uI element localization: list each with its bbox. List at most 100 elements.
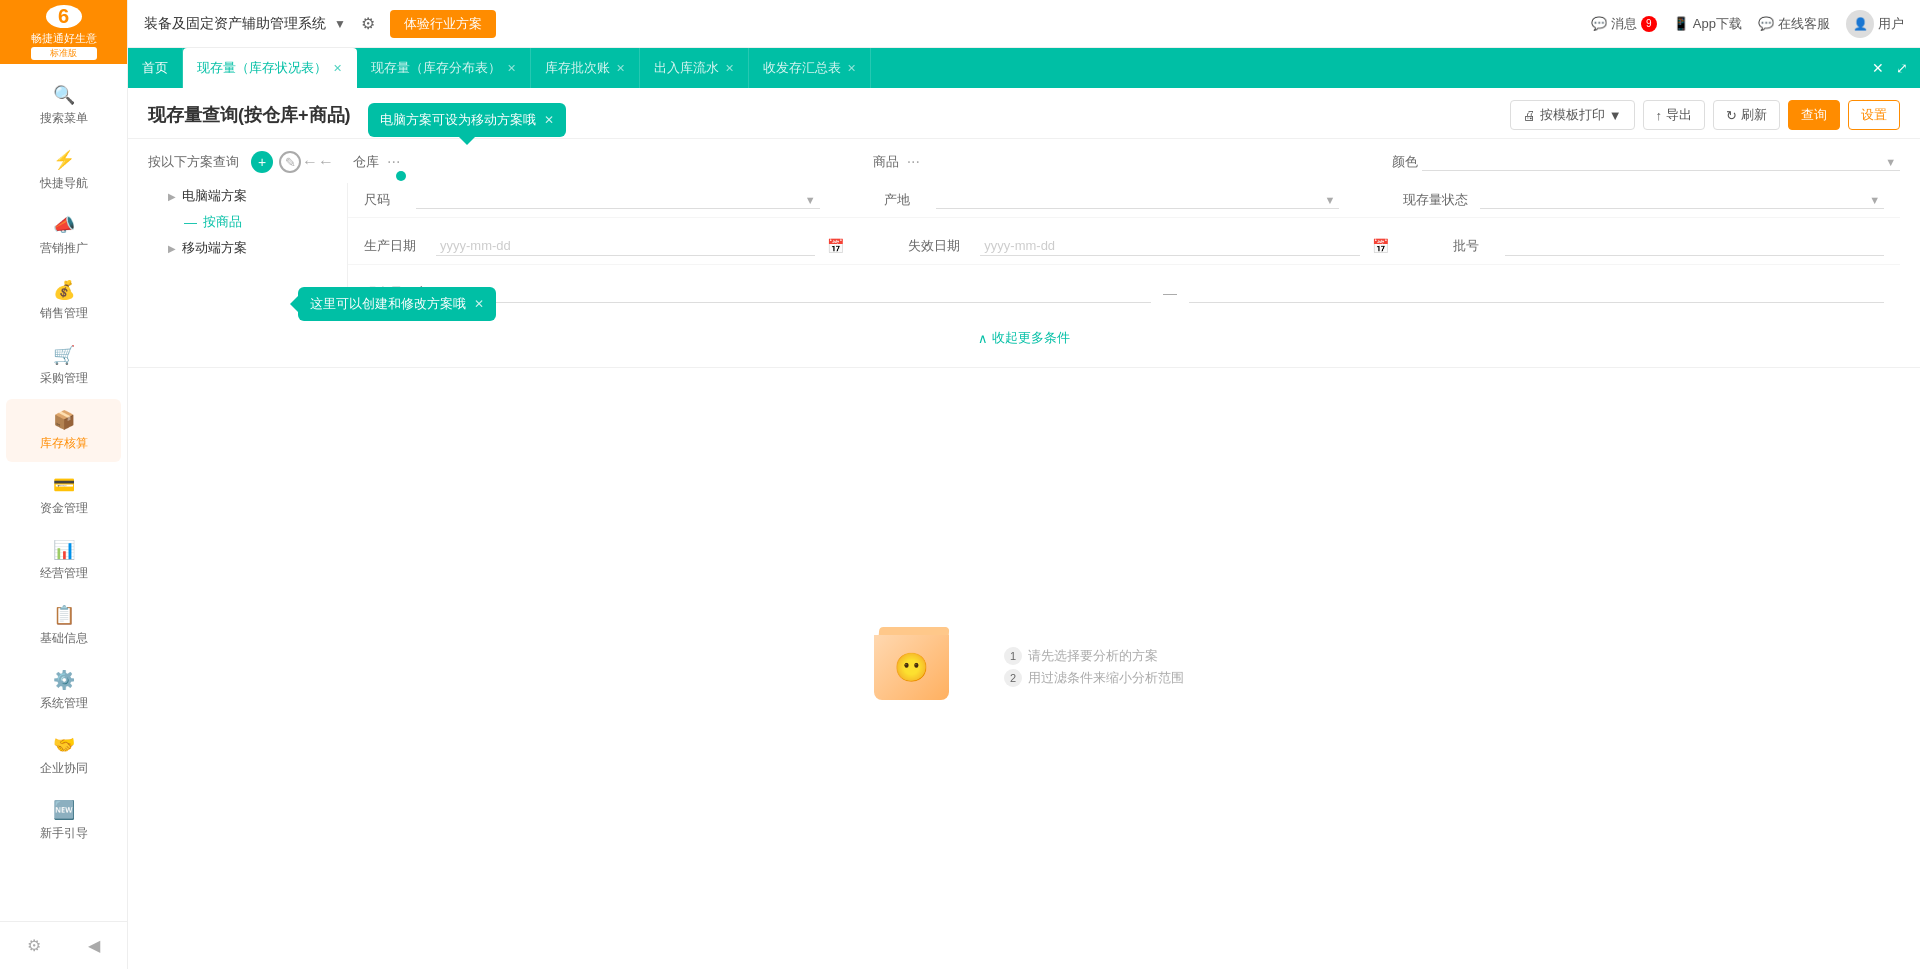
settings-gear-btn[interactable]: ⚙ — [354, 10, 382, 38]
sidebar-item-sales[interactable]: 💰 销售管理 — [6, 269, 121, 332]
tab-close-collect[interactable]: ✕ — [847, 62, 856, 75]
quick-icon: ⚡ — [53, 149, 75, 171]
size-dropdown-arrow: ▼ — [805, 194, 816, 206]
goods-label: 商品 — [873, 153, 899, 171]
sidebar-item-quick[interactable]: ⚡ 快捷导航 — [6, 139, 121, 202]
settings-btn[interactable]: 设置 — [1848, 100, 1900, 130]
mobile-scheme-node[interactable]: ▶ 移动端方案 — [168, 235, 347, 261]
print-template-btn[interactable]: 🖨 按模板打印 ▼ — [1510, 100, 1635, 130]
expand-tabs-btn[interactable]: ⤢ — [1892, 58, 1912, 78]
tab-inventory-dist[interactable]: 现存量（库存分布表） ✕ — [357, 48, 531, 88]
stock-status-label: 现存量状态 — [1403, 191, 1468, 209]
sidebar-item-finance[interactable]: 💳 资金管理 — [6, 464, 121, 527]
sidebar-item-search[interactable]: 🔍 搜索菜单 — [6, 74, 121, 137]
system-icon: ⚙️ — [53, 669, 75, 691]
dot-indicator — [396, 171, 406, 181]
sidebar-item-purchase[interactable]: 🛒 采购管理 — [6, 334, 121, 397]
close-all-tabs-btn[interactable]: ✕ — [1868, 58, 1888, 78]
tab-batch-account[interactable]: 库存批次账 ✕ — [531, 48, 640, 88]
stock-main-input2[interactable] — [1189, 283, 1884, 303]
guide-icon: 🆕 — [53, 799, 75, 821]
sidebar: 6 畅捷通好生意 标准版 🔍 搜索菜单 ⚡ 快捷导航 📣 营销推广 💰 销售管理… — [0, 0, 128, 969]
stock-main-input[interactable] — [456, 283, 1151, 303]
basic-icon: 📋 — [53, 604, 75, 626]
export-btn[interactable]: ↑ 导出 — [1643, 100, 1706, 130]
tab-collect-total[interactable]: 收发存汇总表 ✕ — [749, 48, 871, 88]
user-item[interactable]: 👤 用户 — [1846, 10, 1904, 38]
header-right: 💬 消息 9 📱 App下载 💬 在线客服 👤 用户 — [1591, 10, 1904, 38]
collapse-chevron-icon: ∧ — [978, 331, 988, 346]
warehouse-dots[interactable]: ··· — [387, 153, 400, 171]
back-scheme-btn[interactable]: ←← — [307, 151, 329, 173]
form-row-2: 生产日期 📅 失效日期 📅 批号 — [348, 228, 1900, 265]
finance-icon: 💳 — [53, 474, 75, 496]
tab-close-inventory-dist[interactable]: ✕ — [507, 62, 516, 75]
search-icon: 🔍 — [53, 84, 75, 106]
expire-date-input[interactable] — [980, 236, 1359, 256]
experience-btn[interactable]: 体验行业方案 — [390, 10, 496, 38]
tab-close-io[interactable]: ✕ — [725, 62, 734, 75]
desktop-scheme-node[interactable]: ▶ 电脑端方案 — [168, 183, 347, 209]
desktop-children: — 按商品 — [168, 209, 347, 235]
tab-bar: 首页 现存量（库存状况表） ✕ 现存量（库存分布表） ✕ 库存批次账 ✕ 出入库… — [128, 48, 1920, 88]
filter-add-btns: + ✎ ←← — [251, 151, 329, 173]
collapse-btn[interactable]: ∧ 收起更多条件 — [148, 321, 1900, 355]
empty-hint-2: 2 用过滤条件来缩小分析范围 — [1004, 669, 1184, 687]
goods-dots[interactable]: ··· — [907, 153, 920, 171]
produce-date-label: 生产日期 — [364, 237, 424, 255]
settings-bottom-btn[interactable]: ⚙ — [23, 932, 45, 959]
app-download-item[interactable]: 📱 App下载 — [1673, 15, 1742, 33]
notification-item[interactable]: 💬 消息 9 — [1591, 15, 1657, 33]
sidebar-item-system[interactable]: ⚙️ 系统管理 — [6, 659, 121, 722]
size-label: 尺码 — [364, 191, 404, 209]
phone-icon: 📱 — [1673, 16, 1689, 31]
stock-status-select[interactable]: ▼ — [1480, 192, 1884, 209]
scheme-tree-area: ▶ 电脑端方案 — 按商品 ▶ 移动端方案 — [148, 183, 1900, 321]
warehouse-label: 仓库 — [353, 153, 379, 171]
edit-scheme-btn[interactable]: ✎ — [279, 151, 301, 173]
sidebar-item-marketing[interactable]: 📣 营销推广 — [6, 204, 121, 267]
sidebar-item-basic[interactable]: 📋 基础信息 — [6, 594, 121, 657]
hint-num-1: 1 — [1004, 647, 1022, 665]
scheme-tooltip-close[interactable]: ✕ — [544, 113, 554, 127]
desktop-child-goods[interactable]: — 按商品 — [184, 209, 347, 235]
tab-close-batch[interactable]: ✕ — [616, 62, 625, 75]
operation-icon: 📊 — [53, 539, 75, 561]
batch-input[interactable] — [1505, 236, 1884, 256]
print-icon: 🖨 — [1523, 108, 1536, 123]
origin-select[interactable]: ▼ — [936, 192, 1340, 209]
edit-tooltip-close[interactable]: ✕ — [474, 297, 484, 311]
scheme-tree: ▶ 电脑端方案 — 按商品 ▶ 移动端方案 — [148, 183, 348, 321]
produce-calendar-icon[interactable]: 📅 — [827, 238, 844, 254]
collapse-sidebar-btn[interactable]: ◀ — [84, 932, 104, 959]
goods-field: 商品 ··· — [873, 153, 1381, 171]
sidebar-item-inventory[interactable]: 📦 库存核算 — [6, 399, 121, 462]
add-scheme-btn[interactable]: + — [251, 151, 273, 173]
logo-icon: 6 — [46, 5, 82, 28]
expire-calendar-icon[interactable]: 📅 — [1372, 238, 1389, 254]
sidebar-item-operation[interactable]: 📊 经营管理 — [6, 529, 121, 592]
filter-area: 按以下方案查询 + ✎ ←← 电脑方案可设为移动方案哦 ✕ 仓库 ··· — [128, 139, 1920, 368]
notification-badge: 9 — [1641, 16, 1657, 32]
search-btn[interactable]: 查询 — [1788, 100, 1840, 130]
produce-date-input[interactable] — [436, 236, 815, 256]
online-service-item[interactable]: 💬 在线客服 — [1758, 15, 1830, 33]
system-dropdown[interactable]: ▼ — [334, 17, 346, 31]
sidebar-item-enterprise[interactable]: 🤝 企业协同 — [6, 724, 121, 787]
sidebar-menu: 🔍 搜索菜单 ⚡ 快捷导航 📣 营销推广 💰 销售管理 🛒 采购管理 📦 库存核… — [0, 64, 127, 921]
tab-close-inventory-status[interactable]: ✕ — [333, 62, 342, 75]
color-select[interactable]: ▼ — [1422, 154, 1900, 171]
tab-home[interactable]: 首页 — [128, 48, 183, 88]
empty-area: 😶 1 请先选择要分析的方案 2 用过滤条件来缩小分析范围 — [128, 368, 1920, 969]
form-fields-area: 尺码 ▼ 产地 ▼ 现存量状态 ▼ — [348, 183, 1900, 321]
origin-dropdown-arrow: ▼ — [1324, 194, 1335, 206]
filter-row-1: 按以下方案查询 + ✎ ←← 电脑方案可设为移动方案哦 ✕ 仓库 ··· — [148, 151, 1900, 173]
empty-illustration: 😶 — [864, 619, 964, 719]
tab-actions: ✕ ⤢ — [1860, 58, 1920, 78]
system-name: 装备及固定资产辅助管理系统 — [144, 15, 326, 33]
size-select[interactable]: ▼ — [416, 192, 820, 209]
refresh-btn[interactable]: ↻ 刷新 — [1713, 100, 1780, 130]
tab-inventory-status[interactable]: 现存量（库存状况表） ✕ — [183, 48, 357, 88]
sidebar-item-guide[interactable]: 🆕 新手引导 — [6, 789, 121, 852]
tab-io-flow[interactable]: 出入库流水 ✕ — [640, 48, 749, 88]
